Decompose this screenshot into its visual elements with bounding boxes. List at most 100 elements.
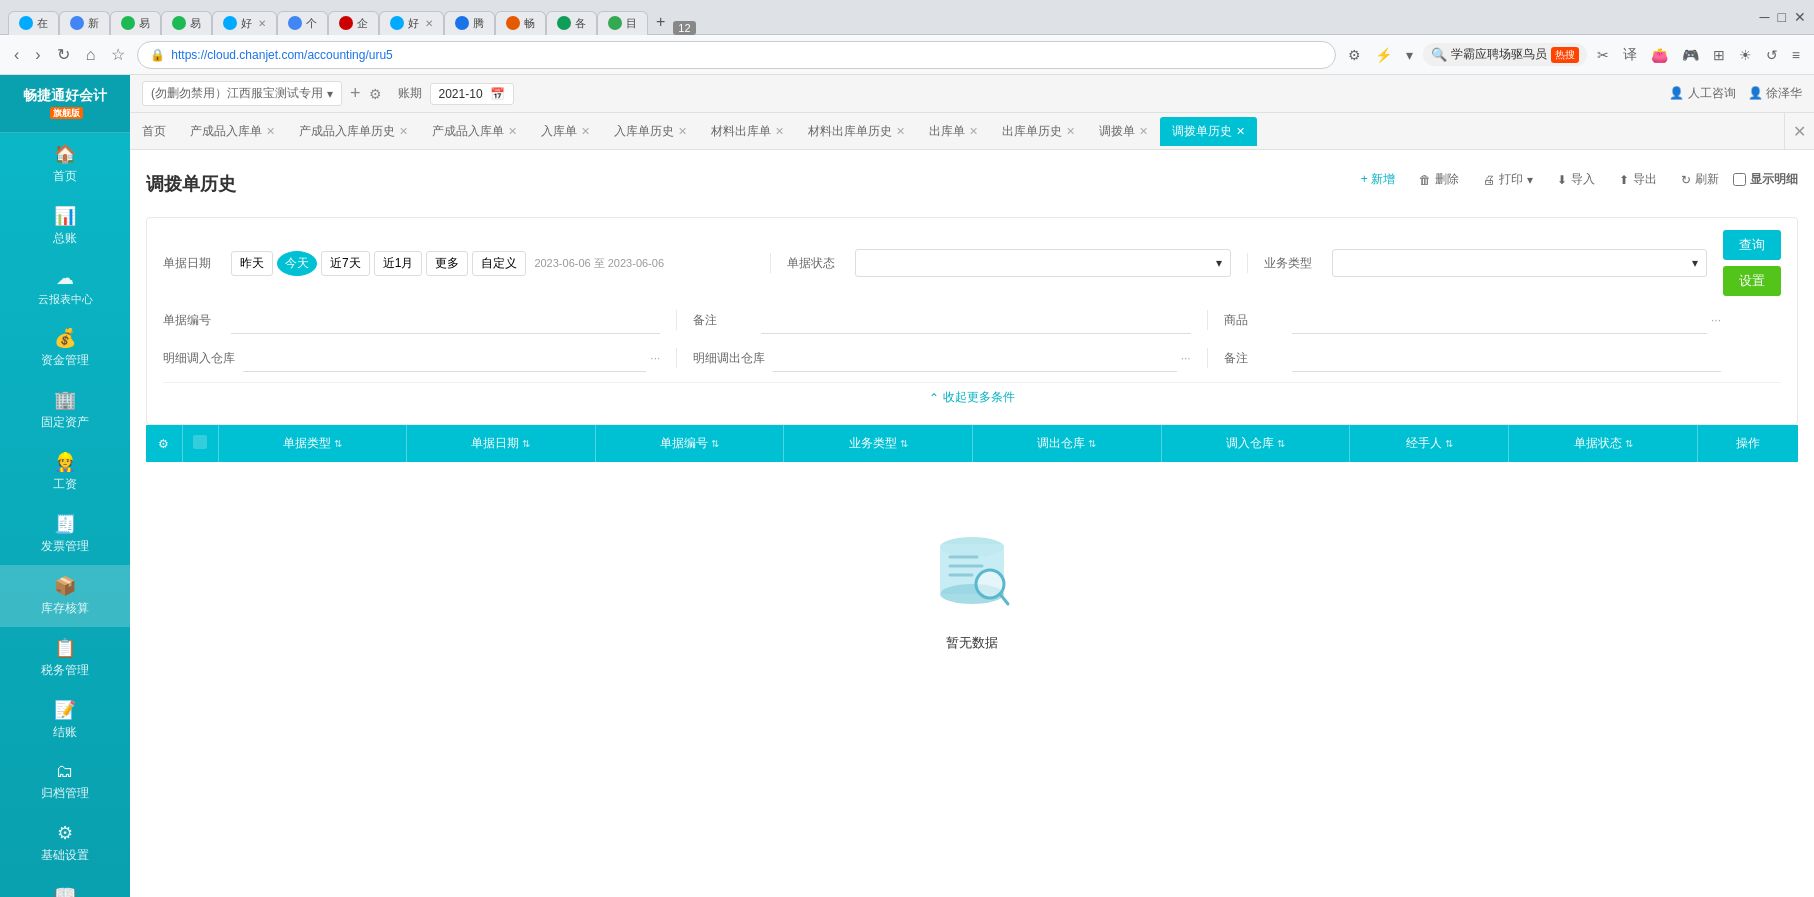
th-handler[interactable]: 经手人 ⇅	[1350, 425, 1509, 462]
tab-outbound-history-close[interactable]: ✕	[1066, 125, 1075, 138]
th-in-warehouse[interactable]: 调入仓库 ⇅	[1161, 425, 1350, 462]
browser-tab-7[interactable]: 企	[328, 11, 379, 35]
th-status[interactable]: 单据状态 ⇅	[1509, 425, 1698, 462]
tab-material-out-close[interactable]: ✕	[775, 125, 784, 138]
reload-button[interactable]: ↻	[53, 41, 74, 68]
sidebar-item-basic-settings[interactable]: ⚙ 基础设置	[0, 812, 130, 874]
th-out-warehouse[interactable]: 调出仓库 ⇅	[973, 425, 1162, 462]
dropdown-icon[interactable]: ▾	[1402, 43, 1417, 67]
sidebar-item-tax[interactable]: 📋 税务管理	[0, 627, 130, 689]
sidebar-item-closing[interactable]: 📝 结账	[0, 689, 130, 751]
new-tab-button[interactable]: +	[648, 9, 673, 35]
select-all-checkbox[interactable]	[193, 435, 207, 449]
tab-inbound[interactable]: 入库单 ✕	[529, 117, 602, 146]
th-biz-type[interactable]: 业务类型 ⇅	[784, 425, 973, 462]
tab-material-out-history-close[interactable]: ✕	[896, 125, 905, 138]
query-button[interactable]: 查询	[1723, 230, 1781, 260]
company-settings-button[interactable]: ⚙	[369, 86, 382, 102]
wallet-icon[interactable]: 👛	[1647, 43, 1672, 67]
7days-btn[interactable]: 近7天	[321, 251, 370, 276]
1month-btn[interactable]: 近1月	[374, 251, 423, 276]
browser-tab-12[interactable]: 目	[597, 11, 648, 35]
back-button[interactable]: ‹	[10, 42, 23, 68]
period-selector[interactable]: 2021-10 📅	[430, 83, 514, 105]
detail-out-input[interactable]	[773, 344, 1176, 372]
home-button[interactable]: ⌂	[82, 42, 100, 68]
tab-home[interactable]: 首页	[130, 117, 178, 146]
maximize-button[interactable]: □	[1778, 9, 1786, 25]
sidebar-item-finance[interactable]: 💰 资金管理	[0, 317, 130, 379]
settings-icon[interactable]: ☀	[1735, 43, 1756, 67]
scissors-icon[interactable]: ✂	[1593, 43, 1613, 67]
tab-inbound-history[interactable]: 入库单历史 ✕	[602, 117, 699, 146]
tab-stock-in[interactable]: 产成品入库单 ✕	[178, 117, 287, 146]
bookmark-button[interactable]: ☆	[107, 41, 129, 68]
tab-outbound-history[interactable]: 出库单历史 ✕	[990, 117, 1087, 146]
tab-close-5[interactable]: ✕	[258, 18, 266, 29]
display-checkbox[interactable]	[1733, 173, 1746, 186]
tab-stock-in2[interactable]: 产成品入库单 ✕	[420, 117, 529, 146]
more-btn[interactable]: 更多	[426, 251, 468, 276]
detail-out-more-btn[interactable]: ···	[1181, 351, 1191, 365]
service-button[interactable]: 👤 人工咨询	[1669, 85, 1735, 102]
sidebar-item-archive[interactable]: 🗂 归档管理	[0, 751, 130, 812]
detail-in-more-btn[interactable]: ···	[650, 351, 660, 365]
tab-transfer-history[interactable]: 调拨单历史 ✕	[1160, 117, 1257, 146]
history-icon[interactable]: ↺	[1762, 43, 1782, 67]
sidebar-item-home[interactable]: 🏠 首页	[0, 133, 130, 195]
tab-transfer-close[interactable]: ✕	[1139, 125, 1148, 138]
browser-tab-4[interactable]: 易	[161, 11, 212, 35]
forward-button[interactable]: ›	[31, 42, 44, 68]
sidebar-item-ledger[interactable]: 📊 总账	[0, 195, 130, 257]
display-toggle[interactable]: 显示明细	[1733, 171, 1798, 188]
refresh-button[interactable]: ↻ 刷新	[1671, 166, 1729, 193]
th-doc-date[interactable]: 单据日期 ⇅	[407, 425, 596, 462]
tab-material-out-history[interactable]: 材料出库单历史 ✕	[796, 117, 917, 146]
address-bar[interactable]: 🔒 https://cloud.chanjet.com/accounting/u…	[137, 41, 1336, 69]
extensions-icon[interactable]: ⚙	[1344, 43, 1365, 67]
browser-tab-8[interactable]: 好 ✕	[379, 11, 444, 35]
translate-icon[interactable]: 译	[1619, 42, 1641, 68]
sidebar-item-fixed-assets[interactable]: 🏢 固定资产	[0, 379, 130, 441]
biz-type-select[interactable]: ▾	[1332, 249, 1707, 277]
note-input[interactable]	[1292, 344, 1721, 372]
tab-stock-in-history[interactable]: 产成品入库单历史 ✕	[287, 117, 420, 146]
goods-input[interactable]	[1292, 306, 1707, 334]
tab-outbound[interactable]: 出库单 ✕	[917, 117, 990, 146]
tab-panel-close[interactable]: ✕	[1784, 113, 1814, 149]
tab-transfer[interactable]: 调拨单 ✕	[1087, 117, 1160, 146]
sidebar-item-invoice[interactable]: 🧾 发票管理	[0, 503, 130, 565]
browser-tab-9[interactable]: 腾	[444, 11, 495, 35]
lightning-icon[interactable]: ⚡	[1371, 43, 1396, 67]
company-selector[interactable]: (勿删勿禁用）江西服宝测试专用 ▾	[142, 81, 342, 106]
status-select[interactable]: ▾	[855, 249, 1230, 277]
th-doc-no[interactable]: 单据编号 ⇅	[595, 425, 784, 462]
browser-tab-2[interactable]: 新	[59, 11, 110, 35]
browser-tab-6[interactable]: 个	[277, 11, 328, 35]
tab-inbound-history-close[interactable]: ✕	[678, 125, 687, 138]
settings-button[interactable]: 设置	[1723, 266, 1781, 296]
tab-stock-in-history-close[interactable]: ✕	[399, 125, 408, 138]
detail-in-input[interactable]	[243, 344, 646, 372]
browser-tab-1[interactable]: 在	[8, 11, 59, 35]
sidebar-item-salary[interactable]: 👷 工资	[0, 441, 130, 503]
new-button[interactable]: + 新增	[1351, 166, 1405, 193]
today-btn[interactable]: 今天	[277, 251, 317, 276]
yesterday-btn[interactable]: 昨天	[231, 251, 273, 276]
tab-stock-in2-close[interactable]: ✕	[508, 125, 517, 138]
collapse-conditions-btn[interactable]: ⌃ 收起更多条件	[163, 382, 1781, 412]
game-icon[interactable]: 🎮	[1678, 43, 1703, 67]
tab-material-out[interactable]: 材料出库单 ✕	[699, 117, 796, 146]
close-button[interactable]: ✕	[1794, 9, 1806, 25]
tab-outbound-close[interactable]: ✕	[969, 125, 978, 138]
browser-tab-5[interactable]: 好 ✕	[212, 11, 277, 35]
menu-icon[interactable]: ≡	[1788, 43, 1804, 67]
sidebar-item-inventory[interactable]: 📦 库存核算	[0, 565, 130, 627]
browser-tab-10[interactable]: 畅	[495, 11, 546, 35]
tab-transfer-history-close[interactable]: ✕	[1236, 125, 1245, 138]
custom-btn[interactable]: 自定义	[472, 251, 526, 276]
goods-more-btn[interactable]: ···	[1711, 313, 1721, 327]
tab-stock-in-close[interactable]: ✕	[266, 125, 275, 138]
browser-tab-3[interactable]: 易	[110, 11, 161, 35]
tab-inbound-close[interactable]: ✕	[581, 125, 590, 138]
